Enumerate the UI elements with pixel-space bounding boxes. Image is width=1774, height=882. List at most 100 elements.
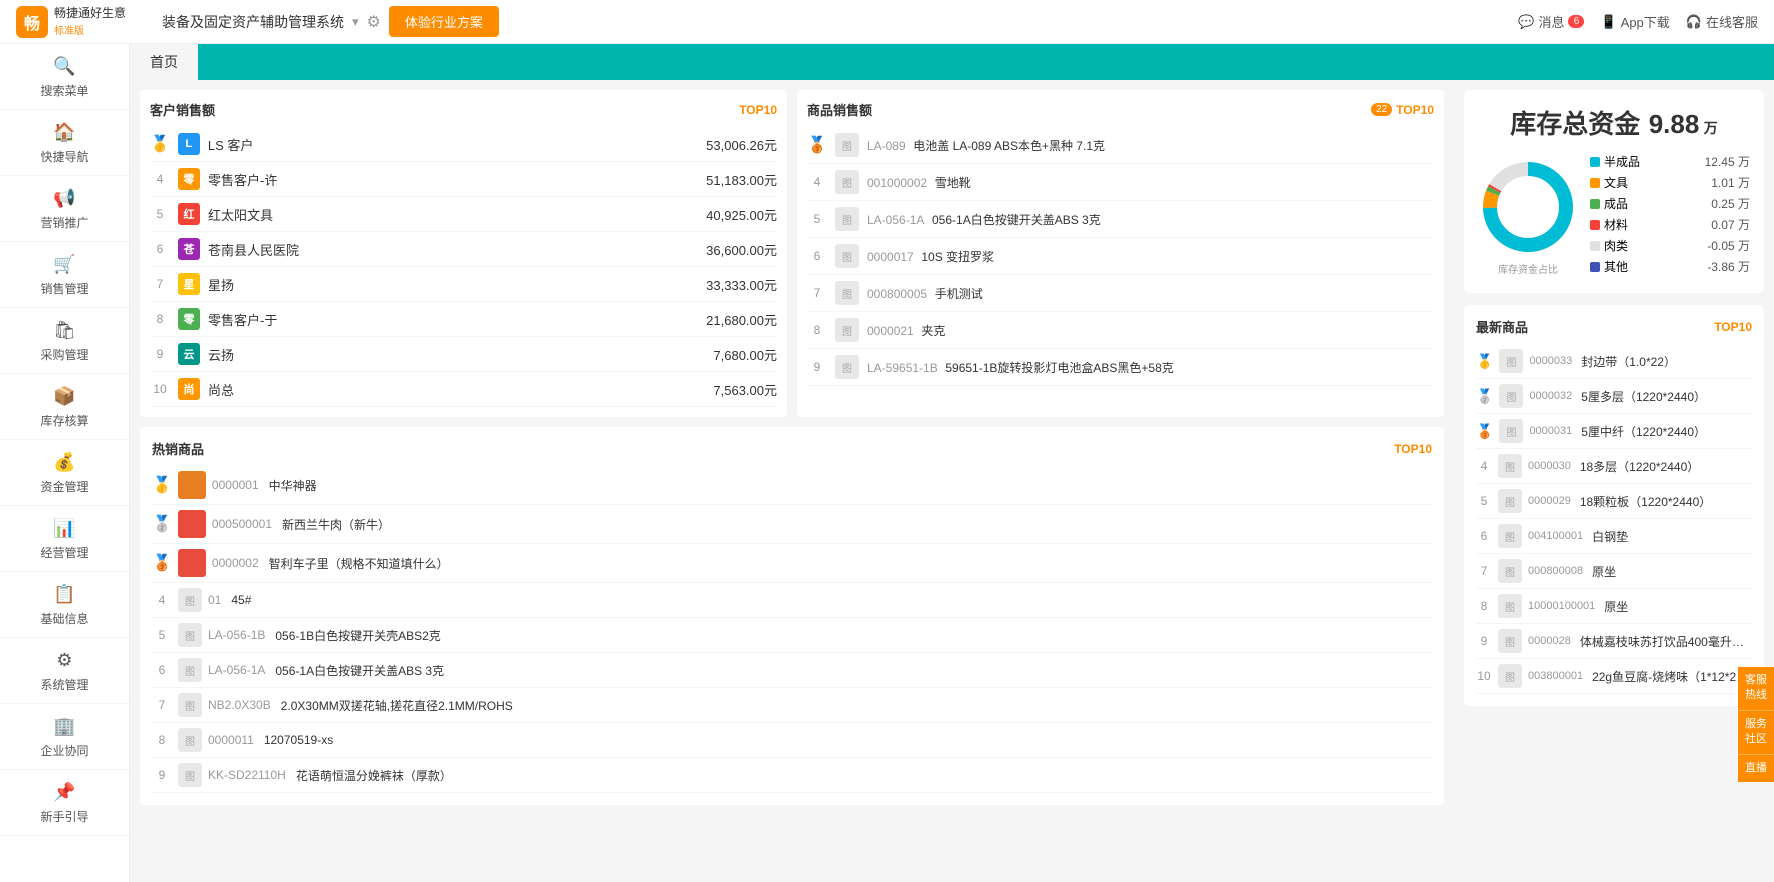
sidebar-item-search[interactable]: 🔍 搜索菜单	[0, 44, 129, 110]
sidebar-label-sales: 销售管理	[40, 280, 88, 297]
tab-home[interactable]: 首页	[130, 44, 198, 80]
new-product-code: 10000100001	[1528, 600, 1595, 612]
product-sales-row: 5 图 LA-056-1A 056-1A白色按键开关盖ABS 3克	[807, 201, 1434, 238]
sidebar-label-search: 搜索菜单	[40, 82, 88, 99]
new-product-code: 0000028	[1528, 635, 1571, 647]
sidebar-item-operations[interactable]: 📊 经营管理	[0, 506, 129, 572]
hot-product-row: 4 图 01 45#	[152, 583, 1432, 618]
sidebar-item-purchase[interactable]: 🛍 采购管理	[0, 308, 129, 374]
hot-product-code: KK-SD22110H	[208, 768, 286, 782]
notifications-badge: 6	[1568, 15, 1584, 28]
product-sales-row: 🥉 图 LA-089 电池盖 LA-089 ABS本色+黑种 7.1克	[807, 127, 1434, 164]
inventory-donut-chart	[1478, 157, 1578, 257]
logo-subtitle: 标准版	[54, 22, 126, 37]
hot-product-code: LA-056-1A	[208, 663, 265, 677]
online-service-label: 在线客服	[1706, 12, 1758, 31]
cs-community-button[interactable]: 服务 社区	[1738, 711, 1774, 755]
legend-color-dot	[1590, 220, 1600, 230]
sidebar-item-newbie[interactable]: 📌 新手引导	[0, 770, 129, 836]
sidebar-item-marketing[interactable]: 📢 营销推广	[0, 176, 129, 242]
new-product-name: 5厘中纤（1220*2440）	[1581, 423, 1752, 440]
new-product-name: 18颗粒板（1220*2440）	[1580, 493, 1752, 510]
notifications-label: 消息	[1538, 12, 1564, 31]
new-product-name: 体械嘉枝味苏打饮品400毫升（1*15）	[1580, 633, 1752, 650]
message-icon: 💬	[1518, 14, 1534, 30]
main-layout: 🔍 搜索菜单 🏠 快捷导航 📢 营销推广 🛒 销售管理 🛍 采购管理 📦 库存核…	[0, 44, 1774, 882]
customer-ranking-list: 🥇 L LS 客户 53,006.26元 4 零 零售客户-许 51,183.0…	[150, 127, 777, 407]
hot-product-name: 智利车子里（规格不知道填什么）	[269, 555, 1432, 572]
new-product-name: 白钢垫	[1592, 528, 1752, 545]
hot-product-row: 🥇 0000001 中华神器	[152, 466, 1432, 505]
cs-live-button[interactable]: 直播	[1738, 755, 1774, 782]
newbie-icon: 📌	[53, 780, 77, 804]
chevron-down-icon[interactable]: ▾	[352, 14, 359, 30]
sidebar-item-enterprise[interactable]: 🏢 企业协同	[0, 704, 129, 770]
hot-product-name: 新西兰牛肉（新牛）	[282, 516, 1432, 533]
product-code: 0000017	[867, 250, 914, 264]
customer-rank-row: 8 零 零售客户-于 21,680.00元	[150, 302, 777, 337]
logo-area: 畅 畅捷通好生意 标准版	[16, 6, 146, 38]
product-img-placeholder: 图	[178, 658, 202, 682]
customer-name: 苍南县人民医院	[208, 240, 698, 259]
new-products-title: 最新商品	[1476, 317, 1528, 336]
customer-name: 零售客户-于	[208, 310, 698, 329]
customer-avatar: 星	[178, 273, 200, 295]
marketing-icon: 📢	[53, 186, 77, 210]
sidebar-item-sales[interactable]: 🛒 销售管理	[0, 242, 129, 308]
customer-ranking-header: 客户销售额 TOP10	[150, 100, 777, 119]
customer-rank-row: 7 星 星扬 33,333.00元	[150, 267, 777, 302]
hot-products-title: 热销商品	[152, 439, 204, 458]
sales-icon: 🛒	[53, 252, 77, 276]
inventory-chart-label: 库存资金占比	[1498, 261, 1558, 276]
system-name: 装备及固定资产辅助管理系统	[162, 12, 344, 32]
legend-color-dot	[1590, 178, 1600, 188]
product-thumbnail	[178, 510, 206, 538]
sidebar-item-quicknav[interactable]: 🏠 快捷导航	[0, 110, 129, 176]
legend-name: 成品	[1604, 195, 1628, 212]
sidebar-item-sysmanage[interactable]: ⚙ 系统管理	[0, 638, 129, 704]
enterprise-icon: 🏢	[53, 714, 77, 738]
sidebar-item-basic-info[interactable]: 📋 基础信息	[0, 572, 129, 638]
product-img: 图	[835, 244, 859, 268]
hot-product-name: 056-1A白色按键开关盖ABS 3克	[275, 662, 1432, 679]
customer-avatar: 尚	[178, 378, 200, 400]
gear-icon[interactable]: ⚙	[367, 12, 381, 32]
operations-icon: 📊	[53, 516, 77, 540]
new-product-row: 7 图 000800008 原坐	[1476, 554, 1752, 589]
inventory-unit: 万	[1704, 120, 1718, 136]
customer-rank-row: 9 云 云扬 7,680.00元	[150, 337, 777, 372]
hot-product-code: 0000001	[212, 478, 259, 492]
product-code: LA-59651-1B	[867, 361, 938, 375]
product-name: 雪地靴	[935, 176, 971, 190]
customer-ranking-title: 客户销售额	[150, 100, 215, 119]
product-code: LA-089	[867, 139, 906, 153]
customer-name: LS 客户	[208, 135, 698, 154]
cs-hotline-button[interactable]: 客服 热线	[1738, 667, 1774, 711]
new-product-row: 4 图 0000030 18多层（1220*2440）	[1476, 449, 1752, 484]
cs-buttons: 客服 热线 服务 社区 直播	[1738, 667, 1774, 782]
trial-button[interactable]: 体验行业方案	[389, 6, 499, 37]
new-product-row: 8 图 10000100001 原坐	[1476, 589, 1752, 624]
online-service-button[interactable]: 🎧 在线客服	[1686, 12, 1758, 31]
hot-product-name: 056-1B白色按键开关壳ABS2克	[275, 627, 1432, 644]
finance-icon: 💰	[53, 450, 77, 474]
sidebar-item-inventory[interactable]: 📦 库存核算	[0, 374, 129, 440]
legend-name: 文具	[1604, 174, 1628, 191]
new-product-img: 图	[1499, 384, 1523, 408]
legend-name: 材料	[1604, 216, 1628, 233]
notifications-button[interactable]: 💬 消息 6	[1518, 12, 1584, 31]
new-product-name: 封边带（1.0*22）	[1581, 353, 1752, 370]
app-download-label: App下载	[1621, 12, 1670, 31]
new-product-code: 004100001	[1528, 530, 1583, 542]
customer-amount: 7,680.00元	[713, 345, 777, 364]
hot-product-name: 2.0X30MM双搓花轴,搓花直径2.1MM/ROHS	[281, 697, 1432, 714]
legend-color-dot	[1590, 157, 1600, 167]
app-download-button[interactable]: 📱 App下载	[1600, 12, 1669, 31]
hot-product-row: 5 图 LA-056-1B 056-1B白色按键开关壳ABS2克	[152, 618, 1432, 653]
sidebar-item-finance[interactable]: 💰 资金管理	[0, 440, 129, 506]
product-img-placeholder: 图	[178, 588, 202, 612]
rank-number: 9	[150, 347, 170, 361]
customer-rank-row: 🥇 L LS 客户 53,006.26元	[150, 127, 777, 162]
hot-product-code: LA-056-1B	[208, 628, 265, 642]
new-product-img: 图	[1498, 629, 1522, 653]
